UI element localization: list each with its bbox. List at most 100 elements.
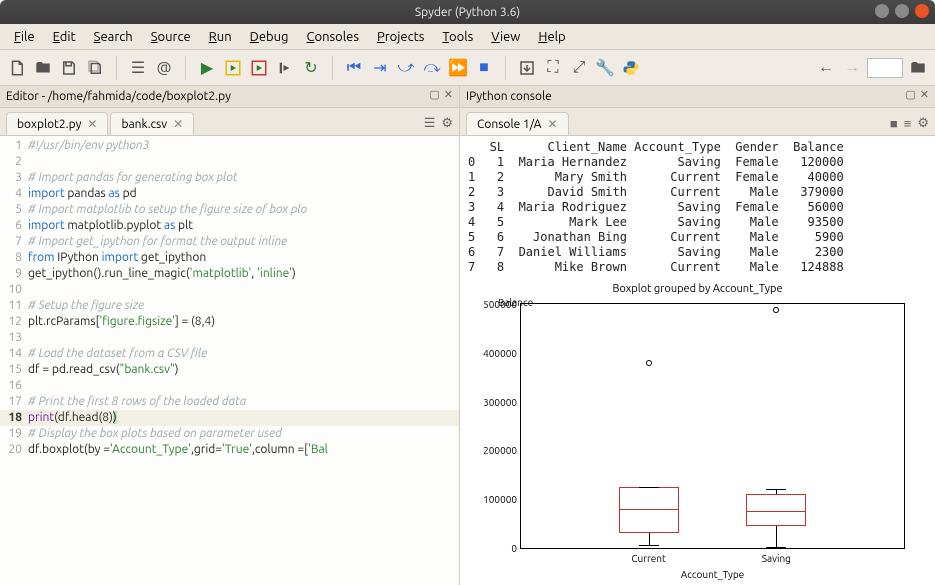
menu-view[interactable]: View [483, 28, 528, 46]
code-line: 18print(df.head(8)) [0, 410, 459, 426]
outlier [646, 360, 652, 366]
ytick: 300000 [481, 397, 517, 408]
editor-tabs-options-icon[interactable]: ⚙ [441, 116, 453, 131]
editor-pane-close-icon[interactable]: ✕ [444, 88, 453, 101]
menu-file[interactable]: File [6, 28, 43, 46]
import-icon[interactable] [516, 57, 538, 79]
close-icon[interactable]: ✕ [173, 117, 183, 131]
code-line: 4import pandas as pd [0, 186, 459, 202]
run-cell-advance-icon[interactable] [248, 57, 270, 79]
close-icon[interactable]: ✕ [547, 117, 557, 131]
outlier [773, 307, 779, 313]
ytick: 200000 [481, 445, 517, 456]
new-file-icon[interactable] [6, 57, 28, 79]
save-icon[interactable] [58, 57, 80, 79]
working-dir-combo[interactable] [867, 58, 903, 78]
code-line: 7# Import get_ipython for format the out… [0, 234, 459, 250]
editor-pane: Editor - /home/fahmida/code/boxplot2.py … [0, 86, 460, 585]
tab-label: bank.csv [121, 118, 167, 131]
browse-folder-icon[interactable] [907, 57, 929, 79]
chart-xlabel: Account_Type [681, 569, 744, 580]
code-line: 17# Print the first 8 rows of the loaded… [0, 394, 459, 410]
run-selection-icon[interactable] [274, 57, 296, 79]
list-icon[interactable]: ☰ [127, 57, 149, 79]
code-line: 9get_ipython().run_line_magic('matplotli… [0, 266, 459, 282]
menu-run[interactable]: Run [201, 28, 240, 46]
editor-tabs: boxplot2.py ✕bank.csv ✕ ☰ ⚙ [0, 108, 459, 136]
run-icon[interactable]: ▶ [196, 57, 218, 79]
chart-title: Boxplot grouped by Account_Type [612, 283, 782, 295]
tab-console[interactable]: Console 1/A ✕ [466, 112, 569, 135]
boxplot-chart: Boxplot grouped by Account_Type Balance … [460, 279, 935, 585]
code-line: 20df.boxplot(by ='Account_Type',grid='Tr… [0, 442, 459, 458]
debug-step-into-icon[interactable]: ⏮ [343, 57, 365, 79]
tab-bank-csv[interactable]: bank.csv ✕ [110, 112, 194, 135]
code-line: 15df = pd.read_csv("bank.csv") [0, 362, 459, 378]
xtick: Current [631, 553, 665, 564]
console-pane-header: IPython console ▢ ✕ [460, 86, 935, 108]
preferences-icon[interactable]: 🔧 [594, 57, 616, 79]
python-path-icon[interactable] [620, 57, 642, 79]
console-output[interactable]: SL Client_Name Account_Type Gender Balan… [460, 136, 935, 585]
code-line: 5# Import matplotlib to setup the figure… [0, 202, 459, 218]
console-dataframe: SL Client_Name Account_Type Gender Balan… [460, 136, 935, 279]
menu-debug[interactable]: Debug [242, 28, 297, 46]
code-line: 3# Import pandas for generating box plot [0, 170, 459, 186]
rerun-icon[interactable]: ↻ [300, 57, 322, 79]
code-editor[interactable]: 1#!/usr/bin/env python32 3# Import panda… [0, 136, 459, 585]
window-titlebar: Spyder (Python 3.6) [0, 0, 935, 24]
window-title: Spyder (Python 3.6) [415, 6, 520, 19]
fullscreen-icon[interactable]: ⤢ [568, 57, 590, 79]
console-clear-icon[interactable]: ≡ [904, 116, 912, 131]
xtick: Saving [762, 553, 791, 564]
debug-step-icon[interactable]: ⇥ [369, 57, 391, 79]
plot-area: Account_Type 010000020000030000040000050… [520, 303, 905, 549]
save-all-icon[interactable] [84, 57, 106, 79]
console-pane-close-icon[interactable]: ✕ [920, 88, 929, 101]
code-line: 2 [0, 154, 459, 170]
menubar: FileEditSearchSourceRunDebugConsolesProj… [0, 24, 935, 50]
editor-pane-header: Editor - /home/fahmida/code/boxplot2.py … [0, 86, 459, 108]
console-stop-icon[interactable]: ■ [890, 116, 898, 131]
menu-tools[interactable]: Tools [434, 28, 481, 46]
code-line: 1#!/usr/bin/env python3 [0, 138, 459, 154]
ytick: 500000 [481, 299, 517, 310]
close-icon[interactable]: ✕ [87, 117, 97, 131]
open-file-icon[interactable] [32, 57, 54, 79]
maximize-pane-icon[interactable]: ⛶ [542, 57, 564, 79]
box-current [619, 487, 679, 533]
code-line: 14# Load the dataset from a CSV file [0, 346, 459, 362]
code-line: 19# Display the box plots based on param… [0, 426, 459, 442]
menu-projects[interactable]: Projects [369, 28, 432, 46]
forward-icon[interactable]: → [841, 57, 863, 79]
debug-stop-icon[interactable]: ■ [473, 57, 495, 79]
debug-step-over-icon[interactable]: ⤻ [395, 57, 417, 79]
maximize-button[interactable] [895, 4, 909, 18]
back-icon[interactable]: ← [815, 57, 837, 79]
menu-source[interactable]: Source [143, 28, 199, 46]
console-pane: IPython console ▢ ✕ Console 1/A ✕ ■ ≡ ⚙ … [460, 86, 935, 585]
menu-help[interactable]: Help [530, 28, 573, 46]
at-icon[interactable]: @ [153, 57, 175, 79]
box-saving [746, 494, 806, 526]
menu-consoles[interactable]: Consoles [299, 28, 367, 46]
tab-boxplot2-py[interactable]: boxplot2.py ✕ [6, 112, 108, 135]
code-line: 10 [0, 282, 459, 298]
tab-label: boxplot2.py [17, 118, 81, 131]
ytick: 100000 [481, 494, 517, 505]
debug-continue-icon[interactable]: ⏩ [447, 57, 469, 79]
ytick: 400000 [481, 348, 517, 359]
console-options-icon[interactable]: ⚙ [917, 116, 929, 131]
console-pane-undock-icon[interactable]: ▢ [905, 88, 915, 101]
close-window-button[interactable] [915, 4, 929, 18]
minimize-button[interactable] [875, 4, 889, 18]
ytick: 0 [481, 543, 517, 554]
console-tab-label: Console 1/A [477, 118, 541, 131]
code-line: 13 [0, 330, 459, 346]
run-cell-icon[interactable] [222, 57, 244, 79]
debug-step-out-icon[interactable]: ⤼ [421, 57, 443, 79]
editor-tabs-menu-icon[interactable]: ☰ [424, 116, 436, 131]
menu-search[interactable]: Search [86, 28, 141, 46]
editor-pane-undock-icon[interactable]: ▢ [429, 88, 439, 101]
menu-edit[interactable]: Edit [45, 28, 84, 46]
